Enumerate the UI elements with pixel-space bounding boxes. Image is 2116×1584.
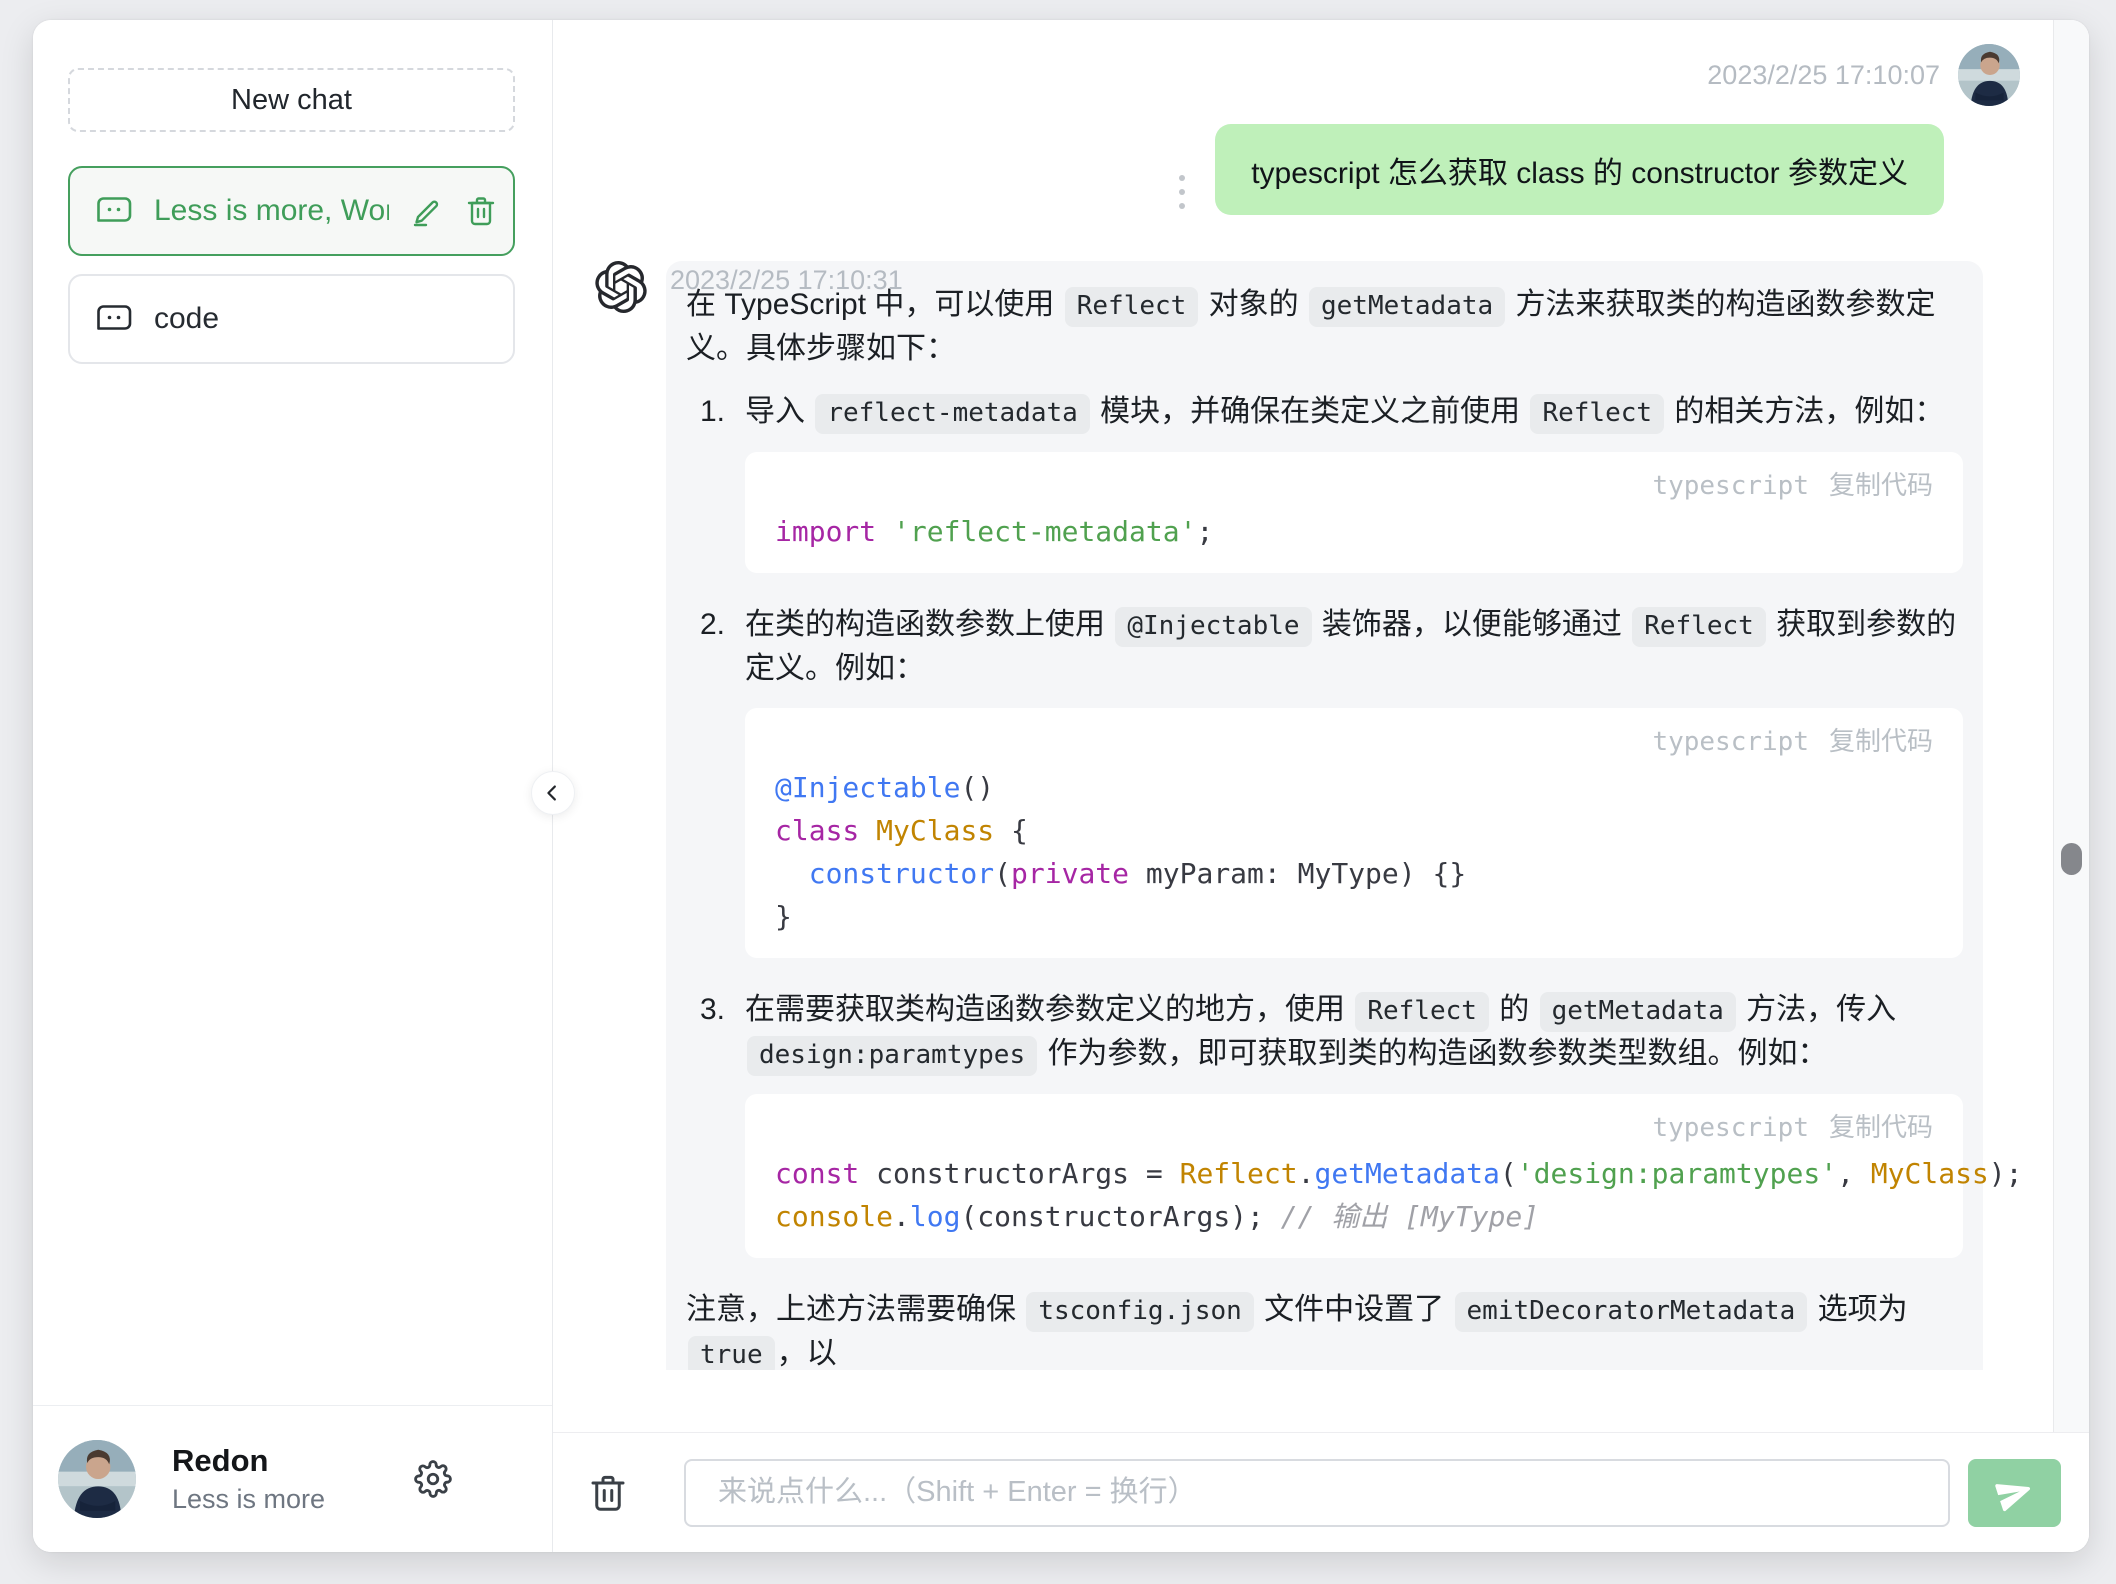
chat-item-label: Less is more, Wor... <box>154 194 389 228</box>
message-text: 文件中设置了 <box>1256 1293 1453 1326</box>
copy-code-button[interactable]: 复制代码 <box>1829 721 1933 764</box>
vertical-dots-icon[interactable] <box>1179 175 1185 209</box>
copy-code-button[interactable]: 复制代码 <box>1829 1107 1933 1150</box>
code-content: import 'reflect-metadata'; <box>775 510 1933 553</box>
assistant-message-bubble: 在 TypeScript 中，可以使用 Reflect 对象的 getMetad… <box>666 261 1983 1370</box>
inline-code: @Injectable <box>1115 607 1311 647</box>
clear-chat-trash-icon[interactable] <box>588 1473 628 1513</box>
message-input[interactable] <box>684 1459 1950 1527</box>
chat-scroll-area[interactable]: 2023/2/25 17:10:07 typescript 怎么获取 class… <box>553 20 2053 1370</box>
inline-code: design:paramtypes <box>747 1036 1037 1076</box>
assistant-paragraph: 在 TypeScript 中，可以使用 Reflect 对象的 getMetad… <box>686 283 1963 370</box>
code-language-label: typescript <box>1652 465 1809 508</box>
user-name: Redon <box>172 1441 325 1481</box>
code-line: const constructorArgs = Reflect.getMetad… <box>775 1152 1933 1195</box>
sidebar-item-code[interactable]: code <box>68 274 515 364</box>
message-bubble-icon <box>96 301 132 337</box>
app-window: New chat Less is more, Wor... code Redon… <box>33 20 2089 1552</box>
list-number: 2. <box>686 603 745 690</box>
copy-code-button[interactable]: 复制代码 <box>1829 465 1933 508</box>
sidebar-collapse-button[interactable] <box>531 771 575 815</box>
chevron-left-icon <box>542 782 564 804</box>
code-line: @Injectable() <box>775 766 1933 809</box>
code-line: constructor(private myParam: MyType) {} <box>775 852 1933 895</box>
inline-code: tsconfig.json <box>1026 1292 1254 1332</box>
inline-code: emitDecoratorMetadata <box>1455 1292 1808 1332</box>
list-number: 3. <box>686 988 745 1076</box>
inline-code: Reflect <box>1632 607 1766 647</box>
message-text: 的相关方法，例如： <box>1666 395 1944 428</box>
user-message-text: typescript 怎么获取 class 的 constructor 参数定义 <box>1251 148 1908 192</box>
sidebar-footer: Redon Less is more <box>33 1405 552 1552</box>
code-content: const constructorArgs = Reflect.getMetad… <box>775 1152 1933 1238</box>
list-item-text: 在类的构造函数参数上使用 @Injectable 装饰器，以便能够通过 Refl… <box>745 603 1963 690</box>
edit-pencil-icon[interactable] <box>411 195 443 227</box>
send-button[interactable] <box>1968 1459 2061 1527</box>
assistant-paragraph: 注意，上述方法需要确保 tsconfig.json 文件中设置了 emitDec… <box>686 1288 1963 1370</box>
user-message-timestamp: 2023/2/25 17:10:07 <box>1707 60 1940 91</box>
sidebar-item-less-is-more[interactable]: Less is more, Wor... <box>68 166 515 256</box>
user-avatar[interactable] <box>58 1440 136 1518</box>
user-meta: Redon Less is more <box>172 1441 325 1517</box>
assistant-message-timestamp: 2023/2/25 17:10:31 <box>670 265 903 296</box>
composer-bar <box>553 1432 2089 1552</box>
message-text: ，以 <box>777 1337 837 1370</box>
inline-code: Reflect <box>1530 394 1664 434</box>
message-text: 的 <box>1491 993 1538 1026</box>
message-text: 导入 <box>745 395 813 428</box>
gear-icon[interactable] <box>414 1460 452 1498</box>
user-message-bubble: typescript 怎么获取 class 的 constructor 参数定义 <box>1215 124 1944 215</box>
code-line: console.log(constructorArgs); // 输出 [MyT… <box>775 1195 1933 1238</box>
inline-code: reflect-metadata <box>815 394 1089 434</box>
user-avatar <box>1958 44 2020 106</box>
list-item-text: 导入 reflect-metadata 模块，并确保在类定义之前使用 Refle… <box>745 390 1963 434</box>
openai-logo-icon <box>595 261 647 313</box>
code-block: typescript复制代码@Injectable()class MyClass… <box>745 708 1963 958</box>
inline-code: getMetadata <box>1540 992 1736 1032</box>
assistant-list-item: 3.在需要获取类构造函数参数定义的地方，使用 Reflect 的 getMeta… <box>686 988 1963 1076</box>
code-content: @Injectable()class MyClass { constructor… <box>775 766 1933 938</box>
chat-item-label: code <box>154 302 497 336</box>
user-message-meta: 2023/2/25 17:10:07 <box>553 20 2053 106</box>
assistant-message: 2023/2/25 17:10:31 在 TypeScript 中，可以使用 R… <box>553 261 2053 1370</box>
paper-plane-icon <box>1989 1467 2039 1517</box>
scrollbar-track[interactable] <box>2053 20 2089 1432</box>
delete-trash-icon[interactable] <box>465 195 497 227</box>
list-number: 1. <box>686 390 745 434</box>
code-block-header: typescript复制代码 <box>775 470 1933 502</box>
inline-code: true <box>688 1336 775 1370</box>
message-text: 选项为 <box>1809 1293 1907 1326</box>
message-text: 在需要获取类构造函数参数定义的地方，使用 <box>745 993 1353 1026</box>
scrollbar-thumb[interactable] <box>2061 843 2082 875</box>
inline-code: Reflect <box>1065 287 1199 327</box>
code-language-label: typescript <box>1652 721 1809 764</box>
user-subtitle: Less is more <box>172 1481 325 1517</box>
assistant-list-item: 2.在类的构造函数参数上使用 @Injectable 装饰器，以便能够通过 Re… <box>686 603 1963 690</box>
code-line: class MyClass { <box>775 809 1933 852</box>
code-block: typescript复制代码const constructorArgs = Re… <box>745 1094 1963 1258</box>
sidebar: New chat Less is more, Wor... code Redon… <box>33 20 553 1552</box>
user-message-row: typescript 怎么获取 class 的 constructor 参数定义 <box>553 124 2053 215</box>
assistant-list-item: 1.导入 reflect-metadata 模块，并确保在类定义之前使用 Ref… <box>686 390 1963 434</box>
code-line: import 'reflect-metadata'; <box>775 510 1933 553</box>
code-language-label: typescript <box>1652 1107 1809 1150</box>
inline-code: Reflect <box>1355 992 1489 1032</box>
inline-code: getMetadata <box>1309 287 1505 327</box>
message-text: 作为参数，即可获取到类的构造函数参数类型数组。例如： <box>1039 1037 1827 1070</box>
code-block: typescript复制代码import 'reflect-metadata'; <box>745 452 1963 573</box>
code-line: } <box>775 895 1933 938</box>
message-text: 注意，上述方法需要确保 <box>686 1293 1024 1326</box>
message-bubble-icon <box>96 193 132 229</box>
code-block-header: typescript复制代码 <box>775 726 1933 758</box>
code-block-header: typescript复制代码 <box>775 1112 1933 1144</box>
message-text: 方法，传入 <box>1738 993 1896 1026</box>
message-text: 装饰器，以便能够通过 <box>1314 608 1631 641</box>
new-chat-label: New chat <box>231 84 352 117</box>
message-text: 对象的 <box>1200 288 1307 321</box>
new-chat-button[interactable]: New chat <box>68 68 515 132</box>
message-text: 在类的构造函数参数上使用 <box>745 608 1113 641</box>
list-item-text: 在需要获取类构造函数参数定义的地方，使用 Reflect 的 getMetada… <box>745 988 1963 1076</box>
message-text: 模块，并确保在类定义之前使用 <box>1092 395 1529 428</box>
chat-main: 2023/2/25 17:10:07 typescript 怎么获取 class… <box>553 20 2089 1552</box>
